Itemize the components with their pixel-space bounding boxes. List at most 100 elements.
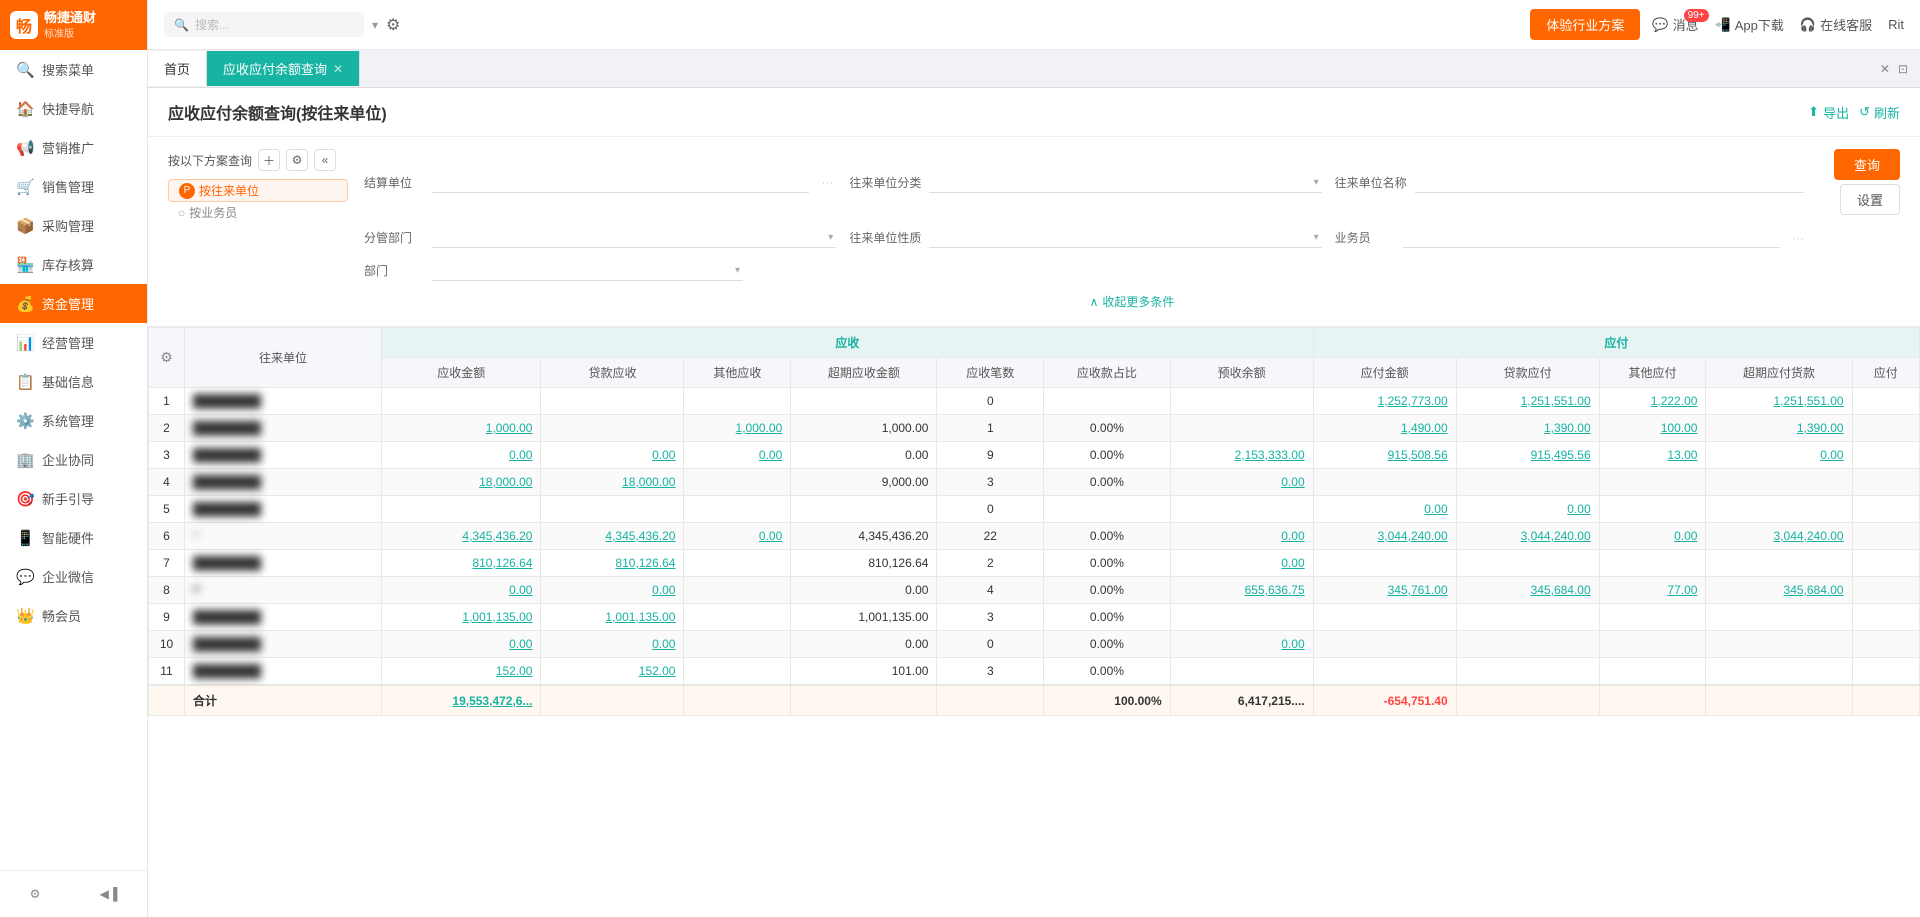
collapse-scheme-button[interactable]: « bbox=[314, 149, 336, 171]
cell-ar-overdue-9: 0.00 bbox=[791, 631, 937, 658]
settlement-dots-icon[interactable]: ··· bbox=[821, 175, 833, 189]
corp-icon: 🏢 bbox=[16, 451, 34, 469]
cell-ar-amount-7: 0.00 bbox=[382, 577, 541, 604]
cell-ar-count-7: 4 bbox=[937, 577, 1044, 604]
sidebar-item-search[interactable]: 🔍 搜索菜单 bbox=[0, 50, 147, 89]
cell-ar-other-3 bbox=[684, 469, 791, 496]
department-select[interactable] bbox=[432, 260, 743, 281]
cell-ar-amount-3: 18,000.00 bbox=[382, 469, 541, 496]
tab-maximize-icon[interactable]: ⊡ bbox=[1898, 62, 1908, 76]
cell-ar-amount-9: 0.00 bbox=[382, 631, 541, 658]
partner-category-select[interactable] bbox=[929, 172, 1321, 193]
scheme-by-salesman[interactable]: ○ 按业务员 bbox=[168, 202, 348, 223]
search-icon: 🔍 bbox=[174, 18, 189, 32]
topbar-cta-button[interactable]: 体验行业方案 bbox=[1530, 9, 1640, 40]
filter-field-settlement: 结算单位 ··· bbox=[364, 172, 833, 193]
partner-name-input[interactable] bbox=[1415, 172, 1804, 193]
cell-ap-overdue-6 bbox=[1706, 550, 1852, 577]
cell-ar-loan-8: 1,001,135.00 bbox=[541, 604, 684, 631]
finance-icon: 💰 bbox=[16, 295, 34, 313]
cell-ap-overdue-8 bbox=[1706, 604, 1852, 631]
home-icon: 🏠 bbox=[16, 100, 34, 118]
cell-partner-4: ████████ bbox=[185, 496, 382, 523]
add-scheme-button[interactable]: ＋ bbox=[258, 149, 280, 171]
page-actions: ⬆ 导出 ↺ 刷新 bbox=[1808, 103, 1900, 122]
topbar-chevron-icon[interactable]: ▾ bbox=[372, 18, 378, 32]
export-icon: ⬆ bbox=[1808, 104, 1819, 120]
sidebar-item-member[interactable]: 👑 畅会员 bbox=[0, 596, 147, 635]
wechat-icon: 💬 bbox=[16, 568, 34, 586]
cell-ar-other-7 bbox=[684, 577, 791, 604]
topbar-gear-icon[interactable]: ⚙ bbox=[386, 15, 400, 35]
sidebar-item-newbie[interactable]: 🎯 新手引导 bbox=[0, 479, 147, 518]
cell-ap-col-7 bbox=[1852, 577, 1919, 604]
partner-nature-select[interactable] bbox=[929, 227, 1321, 248]
cell-ar-amount-5: 4,345,436.20 bbox=[382, 523, 541, 550]
footer-ap-other bbox=[1599, 685, 1706, 716]
cell-ap-other-4 bbox=[1599, 496, 1706, 523]
sidebar-collapse-button[interactable]: ◀▐ bbox=[84, 879, 134, 909]
footer-ar-overdue bbox=[791, 685, 937, 716]
cell-ar-loan-10: 152.00 bbox=[541, 658, 684, 686]
sidebar-item-purchase[interactable]: 📦 采购管理 bbox=[0, 206, 147, 245]
topbar-service-button[interactable]: 🎧 在线客服 bbox=[1800, 15, 1872, 34]
sidebar-item-quicknav[interactable]: 🏠 快捷导航 bbox=[0, 89, 147, 128]
cell-no-0: 1 bbox=[149, 388, 185, 415]
cell-no-2: 3 bbox=[149, 442, 185, 469]
cell-ar-advance-6: 0.00 bbox=[1170, 550, 1313, 577]
cell-no-1: 2 bbox=[149, 415, 185, 442]
sidebar-item-hardware[interactable]: 📱 智能硬件 bbox=[0, 518, 147, 557]
tab-arbalance[interactable]: 应收应付余额查询 ✕ bbox=[207, 51, 360, 86]
col-ar-loan: 贷款应收 bbox=[541, 358, 684, 388]
query-button[interactable]: 查询 bbox=[1834, 149, 1900, 180]
tab-close-all-icon[interactable]: ✕ bbox=[1880, 62, 1890, 76]
cell-ap-col-6 bbox=[1852, 550, 1919, 577]
sidebar-item-inventory[interactable]: 🏪 库存核算 bbox=[0, 245, 147, 284]
sidebar-settings-button[interactable]: ⚙ bbox=[14, 879, 57, 909]
table-container[interactable]: ⚙ 往来单位 应收 应付 应收金额 贷款应收 其他应收 超期应收金额 应收笔数 … bbox=[148, 327, 1920, 917]
topbar-username[interactable]: Rit bbox=[1888, 17, 1904, 32]
sidebar-item-sales[interactable]: 🛒 销售管理 bbox=[0, 167, 147, 206]
sidebar-item-finance[interactable]: 💰 资金管理 bbox=[0, 284, 147, 323]
salesman-input[interactable] bbox=[1403, 227, 1780, 248]
collapse-more-button[interactable]: ∧ 收起更多条件 bbox=[1086, 289, 1179, 314]
salesman-dots-icon[interactable]: ··· bbox=[1792, 231, 1804, 245]
topbar-search-area[interactable]: 🔍 搜索... bbox=[164, 12, 364, 37]
filter-settings-button[interactable]: 设置 bbox=[1840, 184, 1900, 215]
footer-ap-amount: -654,751.40 bbox=[1313, 685, 1456, 716]
cell-partner-5: ^ bbox=[185, 523, 382, 550]
settings-scheme-button[interactable]: ⚙ bbox=[286, 149, 308, 171]
sidebar-item-operations[interactable]: 📊 经营管理 bbox=[0, 323, 147, 362]
cell-ap-other-5: 0.00 bbox=[1599, 523, 1706, 550]
dept-select[interactable] bbox=[432, 227, 836, 248]
cell-ar-loan-2: 0.00 bbox=[541, 442, 684, 469]
filter-field-department: 部门 ▾ bbox=[364, 260, 740, 281]
sidebar-item-marketing[interactable]: 📢 营销推广 bbox=[0, 128, 147, 167]
sidebar-item-basic[interactable]: 📋 基础信息 bbox=[0, 362, 147, 401]
cell-ar-overdue-0 bbox=[791, 388, 937, 415]
export-button[interactable]: ⬆ 导出 bbox=[1808, 103, 1849, 122]
tab-home[interactable]: 首页 bbox=[148, 51, 207, 86]
sidebar-item-corp[interactable]: 🏢 企业协同 bbox=[0, 440, 147, 479]
table-settings-icon[interactable]: ⚙ bbox=[160, 349, 173, 365]
tab-close-icon[interactable]: ✕ bbox=[333, 62, 343, 76]
footer-ap-overdue bbox=[1706, 685, 1852, 716]
message-icon: 💬 bbox=[1652, 17, 1668, 33]
sidebar: 畅 畅捷通财 标准版 🔍 搜索菜单 🏠 快捷导航 📢 营销推广 🛒 销售管理 📦… bbox=[0, 0, 148, 917]
cell-ap-loan-1: 1,390.00 bbox=[1456, 415, 1599, 442]
sidebar-item-system[interactable]: ⚙️ 系统管理 bbox=[0, 401, 147, 440]
sidebar-item-wechat[interactable]: 💬 企业微信 bbox=[0, 557, 147, 596]
cell-ar-count-4: 0 bbox=[937, 496, 1044, 523]
cell-ar-count-2: 9 bbox=[937, 442, 1044, 469]
cell-ar-count-6: 2 bbox=[937, 550, 1044, 577]
topbar-message-button[interactable]: 💬 消息 99+ bbox=[1652, 15, 1698, 34]
cell-ap-col-2 bbox=[1852, 442, 1919, 469]
cell-ap-amount-5: 3,044,240.00 bbox=[1313, 523, 1456, 550]
filter-area: 按以下方案查询 ＋ ⚙ « P 按往来单位 ○ 按业务员 bbox=[148, 137, 1920, 327]
settlement-input[interactable] bbox=[432, 172, 809, 193]
newbie-icon: 🎯 bbox=[16, 490, 34, 508]
topbar-app-download-button[interactable]: 📲 App下载 bbox=[1715, 15, 1784, 34]
col-group-ap: 应付 bbox=[1313, 328, 1919, 358]
scheme-by-partner[interactable]: P 按往来单位 bbox=[168, 179, 348, 202]
refresh-button[interactable]: ↺ 刷新 bbox=[1859, 103, 1900, 122]
